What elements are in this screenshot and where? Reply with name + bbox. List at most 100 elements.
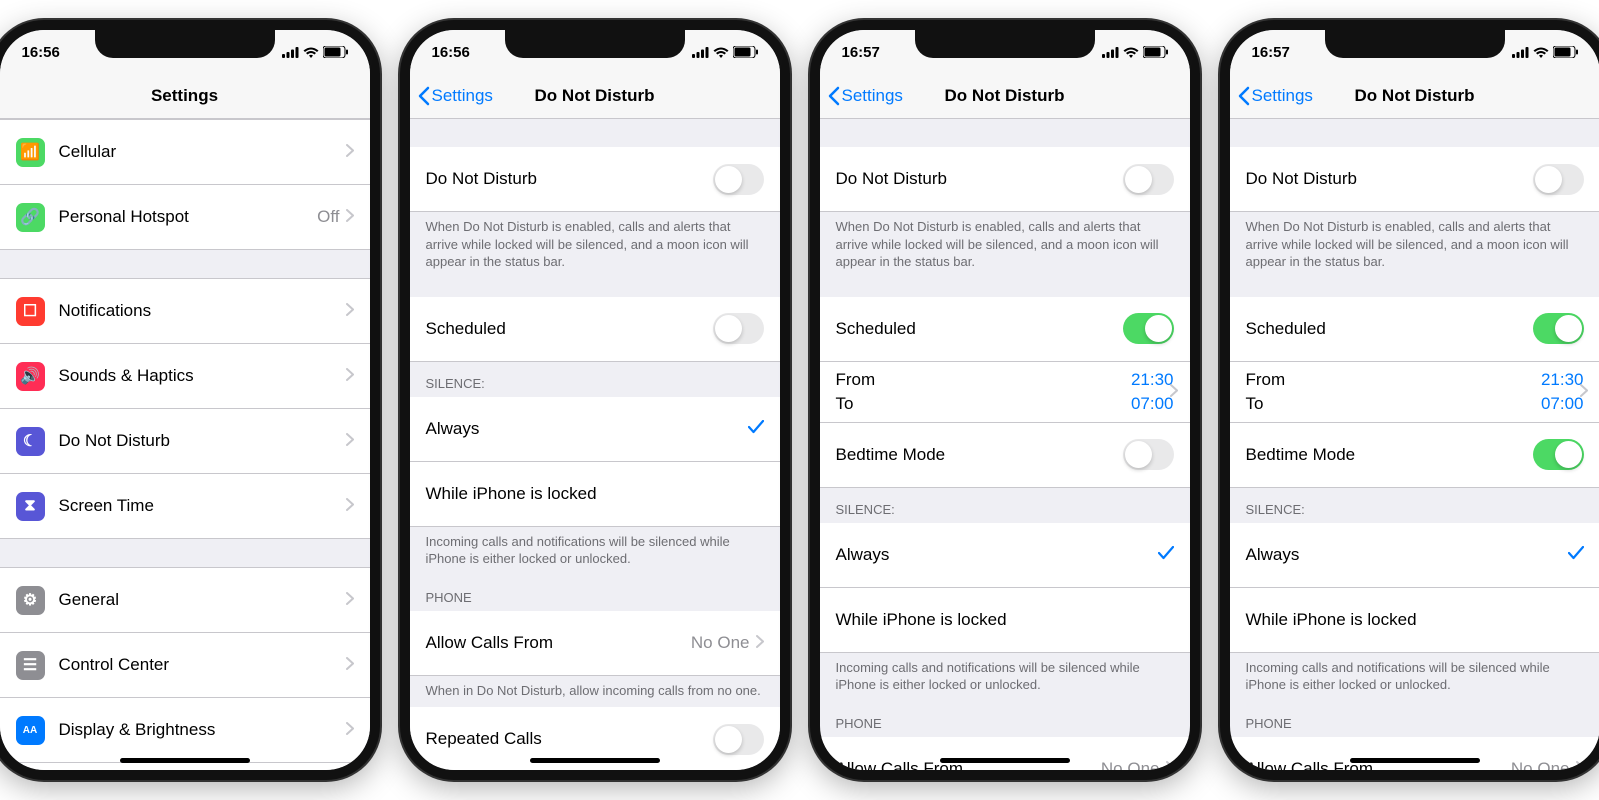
bedtime-toggle[interactable]: [1123, 439, 1174, 470]
chevron-right-icon: [346, 720, 354, 740]
silence-always-row[interactable]: Always: [410, 397, 780, 462]
silence-locked-row[interactable]: While iPhone is locked: [410, 462, 780, 527]
home-indicator[interactable]: [120, 758, 250, 763]
status-time: 16:56: [432, 44, 470, 61]
dnd-toggle[interactable]: [1123, 164, 1174, 195]
bedtime-row[interactable]: Bedtime Mode: [820, 423, 1190, 488]
link-icon: 🔗: [16, 203, 45, 232]
settings-row-sounds-haptics[interactable]: 🔊Sounds & Haptics: [0, 344, 370, 409]
phone-header: PHONE: [1230, 702, 1599, 737]
row-label: Control Center: [59, 655, 346, 675]
from-label: From: [1246, 370, 1286, 390]
settings-row-personal-hotspot[interactable]: 🔗Personal HotspotOff: [0, 185, 370, 250]
scheduled-row[interactable]: Scheduled: [410, 297, 780, 362]
chevron-right-icon: [346, 431, 354, 451]
chevron-right-icon: [346, 655, 354, 675]
back-button[interactable]: Settings: [1238, 86, 1313, 106]
scheduled-row[interactable]: Scheduled: [1230, 297, 1599, 362]
silence-always-row[interactable]: Always: [1230, 523, 1599, 588]
scheduled-toggle[interactable]: [713, 313, 764, 344]
checkmark-icon: [1158, 543, 1174, 566]
row-label: Display & Brightness: [59, 720, 346, 740]
content-scroll[interactable]: Do Not DisturbWhen Do Not Disturb is ena…: [820, 119, 1190, 770]
silence-always-label: Always: [426, 419, 748, 439]
silence-footer: Incoming calls and notifications will be…: [820, 653, 1190, 702]
content-scroll[interactable]: Do Not Disturb When Do Not Disturb is ena…: [1230, 119, 1599, 770]
gear-icon: ⚙: [16, 586, 45, 615]
scheduled-toggle[interactable]: [1123, 313, 1174, 344]
schedule-time-row[interactable]: From21:30To07:00: [1230, 362, 1599, 423]
settings-row-do-not-disturb[interactable]: ☾Do Not Disturb: [0, 409, 370, 474]
scheduled-label: Scheduled: [426, 319, 713, 339]
row-label: Personal Hotspot: [59, 207, 318, 227]
back-button[interactable]: Settings: [418, 86, 493, 106]
battery-icon: [733, 46, 758, 58]
nav-bar: SettingsDo Not Disturb: [820, 74, 1190, 119]
bedtime-row[interactable]: Bedtime Mode: [1230, 423, 1599, 488]
antenna-icon: 📶: [16, 138, 45, 167]
silence-header: SILENCE:: [820, 488, 1190, 523]
bedtime-toggle[interactable]: [1533, 439, 1584, 470]
scheduled-row[interactable]: Scheduled: [820, 297, 1190, 362]
dnd-row[interactable]: Do Not Disturb: [410, 147, 780, 212]
checkmark-icon: [748, 417, 764, 440]
aa-icon: AA: [16, 716, 45, 745]
dnd-label: Do Not Disturb: [1246, 169, 1533, 189]
dnd-row[interactable]: Do Not Disturb: [820, 147, 1190, 212]
dnd-toggle[interactable]: [713, 164, 764, 195]
dnd-row[interactable]: Do Not Disturb: [1230, 147, 1599, 212]
wifi-icon: [1533, 47, 1549, 58]
bell-icon: ☐: [16, 297, 45, 326]
settings-row-control-center[interactable]: ☰Control Center: [0, 633, 370, 698]
back-button[interactable]: Settings: [828, 86, 903, 106]
row-label: Sounds & Haptics: [59, 366, 346, 386]
settings-row-general[interactable]: ⚙General: [0, 567, 370, 633]
from-value: 21:30: [1541, 370, 1584, 390]
repeated-toggle[interactable]: [713, 724, 764, 755]
settings-row-wallpaper[interactable]: ✿Wallpaper: [0, 763, 370, 770]
status-icons: [1512, 46, 1578, 58]
content-scroll[interactable]: Do Not DisturbWhen Do Not Disturb is ena…: [410, 119, 780, 770]
silence-locked-row[interactable]: While iPhone is locked: [820, 588, 1190, 653]
silence-always-label: Always: [836, 545, 1158, 565]
settings-row-cellular[interactable]: 📶Cellular: [0, 119, 370, 185]
allow-calls-row[interactable]: Allow Calls FromNo One: [820, 737, 1190, 770]
settings-row-display-brightness[interactable]: AA Display & Brightness: [0, 698, 370, 763]
chevron-right-icon: [1580, 382, 1588, 402]
nav-title: Do Not Disturb: [1355, 86, 1475, 106]
home-indicator[interactable]: [940, 758, 1070, 763]
home-indicator[interactable]: [1350, 758, 1480, 763]
silence-always-row[interactable]: Always: [820, 523, 1190, 588]
signal-icon: [692, 47, 709, 58]
silence-locked-label: While iPhone is locked: [426, 484, 764, 504]
to-label: To: [1246, 394, 1264, 414]
chevron-right-icon: [346, 142, 354, 162]
battery-icon: [1553, 46, 1578, 58]
allow-calls-row[interactable]: Allow Calls FromNo One: [410, 611, 780, 676]
status-icons: [282, 46, 348, 58]
silence-locked-row[interactable]: While iPhone is locked: [1230, 588, 1599, 653]
chevron-right-icon: [346, 207, 354, 227]
nav-title: Do Not Disturb: [535, 86, 655, 106]
silence-locked-label: While iPhone is locked: [836, 610, 1174, 630]
allow-calls-row[interactable]: Allow Calls FromNo One: [1230, 737, 1599, 770]
status-time: 16:56: [22, 44, 60, 61]
home-indicator[interactable]: [530, 758, 660, 763]
battery-icon: [1143, 46, 1168, 58]
chevron-right-icon: [1170, 382, 1178, 402]
dnd-footer: When Do Not Disturb is enabled, calls an…: [1230, 212, 1599, 279]
settings-row-screen-time[interactable]: ⧗Screen Time: [0, 474, 370, 539]
phone-header: PHONE: [820, 702, 1190, 737]
nav-bar: Settings Do Not Disturb: [1230, 74, 1599, 119]
dnd-toggle[interactable]: [1533, 164, 1584, 195]
allow-calls-value: No One: [1511, 759, 1570, 770]
phone-1: 16:56 SettingsDo Not DisturbDo Not Distu…: [400, 20, 790, 780]
scheduled-toggle[interactable]: [1533, 313, 1584, 344]
moon-icon: ☾: [16, 427, 45, 456]
chevron-right-icon: [346, 301, 354, 321]
settings-row-notifications[interactable]: ☐Notifications: [0, 278, 370, 344]
content-scroll[interactable]: 📶Cellular🔗Personal HotspotOff☐Notificati…: [0, 119, 370, 770]
phone-header: PHONE: [410, 576, 780, 611]
schedule-time-row[interactable]: From21:30To07:00: [820, 362, 1190, 423]
checkmark-icon: [1568, 543, 1584, 566]
